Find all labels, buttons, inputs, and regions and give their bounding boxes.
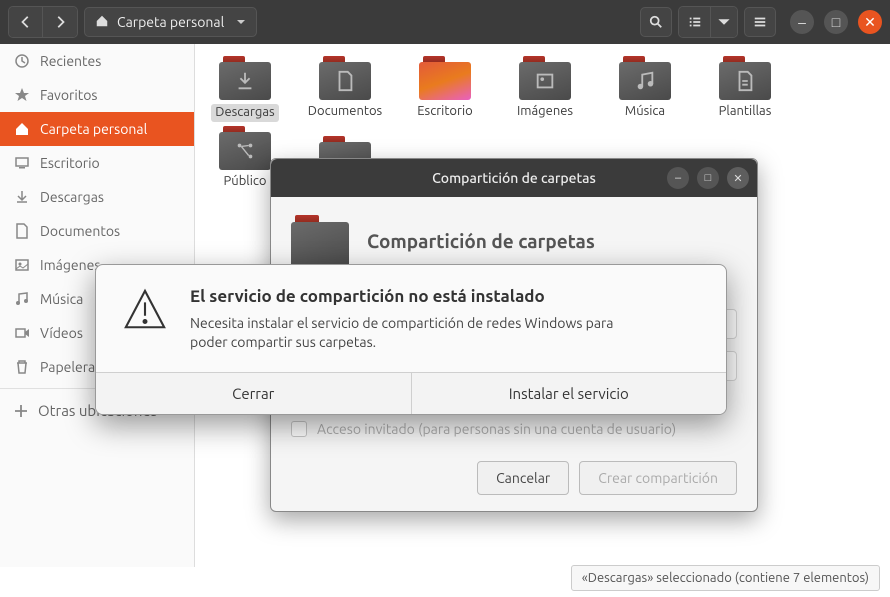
alert-title: El servicio de compartición no está inst… [190,287,620,306]
sidebar-item-recents[interactable]: Recientes [0,44,194,78]
folder-label: Escritorio [417,104,472,120]
folder-label: Música [625,104,665,120]
share-create-button[interactable]: Crear compartición [579,461,737,495]
folder-label: Descargas [211,104,278,122]
statusbar: «Descargas» seleccionado (contiene 7 ele… [571,565,880,591]
sidebar-item-label: Favoritos [40,87,97,103]
alert-close-button[interactable]: Cerrar [96,373,412,414]
sidebar-item-favorites[interactable]: Favoritos [0,78,194,112]
close-button[interactable]: ✕ [858,10,882,34]
sidebar-item-label: Música [40,291,83,307]
search-button[interactable] [640,7,672,37]
home-icon [95,14,109,31]
sidebar-item-label: Vídeos [40,325,83,341]
share-dialog-titlebar[interactable]: Compartición de carpetas ‒ □ ✕ [271,159,757,197]
folder-label: Público [224,174,267,190]
toolbar: Carpeta personal ‒ □ ✕ [0,0,890,44]
view-group [678,6,738,38]
share-close-button[interactable]: ✕ [727,167,749,189]
folder-documentos[interactable]: Documentos [301,56,389,122]
folder-label: Plantillas [719,104,772,120]
guest-access-label: Acceso invitado (para personas sin una c… [317,421,676,437]
sidebar-item-documents[interactable]: Documentos [0,214,194,248]
back-button[interactable] [9,7,43,37]
share-heading: Compartición de carpetas [367,230,595,252]
alert-message: Necesita instalar el servicio de compart… [190,314,620,352]
alert-dialog: El servicio de compartición no está inst… [95,264,727,415]
folder-label: Documentos [308,104,382,120]
sidebar-item-label: Imágenes [40,257,100,273]
folder-descargas[interactable]: Descargas [201,56,289,122]
status-text: «Descargas» seleccionado (contiene 7 ele… [582,571,869,585]
forward-button[interactable] [43,7,77,37]
share-folder-icon [291,215,349,267]
minimize-button[interactable]: ‒ [790,10,814,34]
maximize-button[interactable]: □ [824,10,848,34]
folder-label: Imágenes [517,104,573,120]
folder-plantillas[interactable]: Plantillas [701,56,789,122]
warning-icon [122,287,168,333]
sidebar-item-label: Papelera [40,359,95,375]
list-view-button[interactable] [679,7,711,37]
folder-imagenes[interactable]: Imágenes [501,56,589,122]
sidebar-item-label: Escritorio [40,155,100,171]
pathbar[interactable]: Carpeta personal [84,7,257,37]
folder-musica[interactable]: Música [601,56,689,122]
window-controls: ‒ □ ✕ [790,10,882,34]
view-options-button[interactable] [711,7,737,37]
sidebar-item-downloads[interactable]: Descargas [0,180,194,214]
sidebar-item-label: Documentos [40,223,120,239]
sidebar-item-home[interactable]: Carpeta personal [0,112,194,146]
folder-escritorio[interactable]: Escritorio [401,56,489,122]
share-minimize-button[interactable]: ‒ [667,167,689,189]
sidebar-item-label: Carpeta personal [40,121,147,137]
sidebar-item-label: Recientes [40,53,101,69]
chevron-down-icon[interactable] [236,17,246,27]
sidebar-item-label: Descargas [40,189,104,205]
path-label: Carpeta personal [117,14,224,30]
share-dialog-title: Compartición de carpetas [432,170,596,186]
guest-access-checkbox[interactable] [291,421,307,437]
share-maximize-button[interactable]: □ [697,167,719,189]
alert-install-button[interactable]: Instalar el servicio [412,373,727,414]
nav-history-group [8,6,78,38]
hamburger-menu-button[interactable] [744,7,776,37]
sidebar-item-desktop[interactable]: Escritorio [0,146,194,180]
share-cancel-button[interactable]: Cancelar [477,461,569,495]
